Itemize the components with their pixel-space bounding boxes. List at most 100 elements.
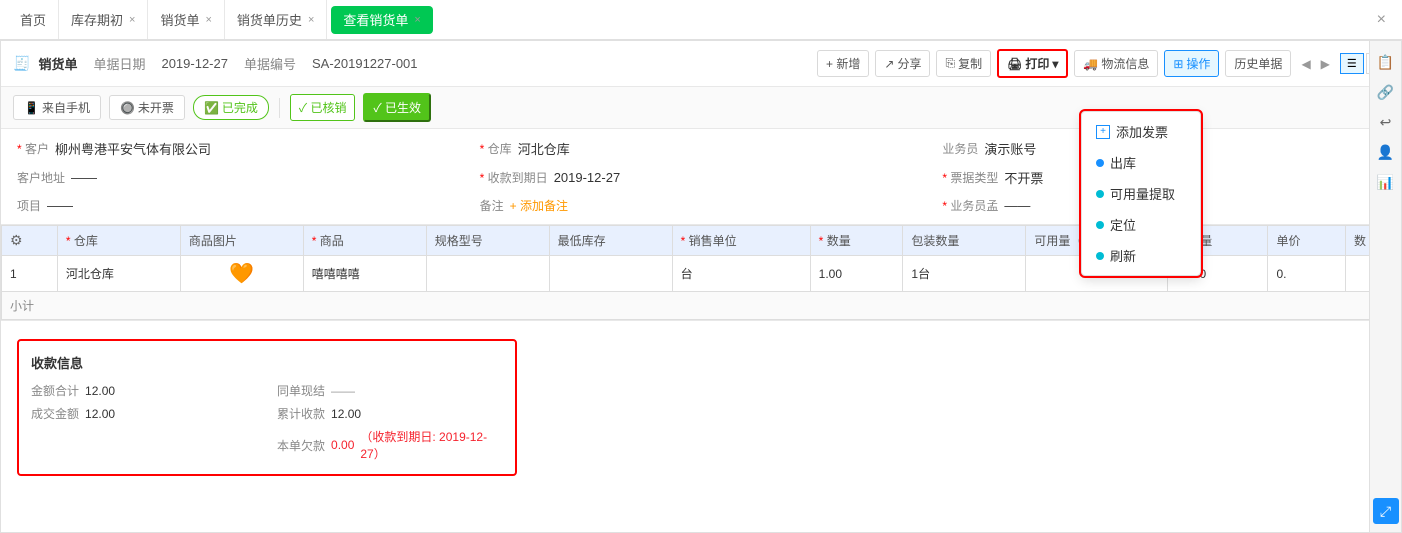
customer-value: 柳州粤港平安气体有限公司	[55, 139, 211, 158]
operation-button[interactable]: ⊞ 操作	[1164, 50, 1219, 77]
dropdown-add-invoice[interactable]: + 添加发票	[1082, 116, 1200, 147]
remark-label: 备注	[480, 197, 504, 214]
address-value: ——	[71, 170, 97, 185]
due-hint: （收款到期日: 2019-12-27）	[360, 428, 503, 462]
not-open-button[interactable]: 🔘 未开票	[109, 95, 185, 120]
complete-button[interactable]: ✅ 已完成	[193, 95, 269, 120]
next-arrow[interactable]: ▶	[1317, 55, 1334, 73]
sidebar-chart-icon[interactable]: 📊	[1373, 169, 1399, 195]
dropdown-avail-extract[interactable]: 可用量提取	[1082, 178, 1200, 209]
tab-close-sales-history[interactable]: ×	[308, 14, 314, 26]
no-label: 单据编号	[244, 54, 296, 73]
bottom-section: 收款信息 金额合计 12.00 同单现结 —— 成交金额 12.00 累计收款 …	[1, 321, 1401, 494]
dropdown-refresh[interactable]: 刷新	[1082, 240, 1200, 271]
staff2-label: 业务员孟	[942, 197, 998, 214]
sidebar-user-icon[interactable]: 👤	[1373, 139, 1399, 165]
ticket-label: 票据类型	[942, 169, 998, 186]
ticket-value: 不开票	[1004, 168, 1043, 187]
payment-grid: 金额合计 12.00 同单现结 —— 成交金额 12.00 累计收款 12.00	[31, 382, 503, 462]
dropdown-outbound[interactable]: 出库	[1082, 147, 1200, 178]
amount-row: 金额合计 12.00	[31, 382, 257, 399]
cumulative-row: 累计收款 12.00	[277, 405, 503, 422]
amount-value: 12.00	[85, 384, 115, 398]
new-button[interactable]: + 新增	[817, 50, 869, 77]
th-warehouse: 仓库	[57, 226, 180, 256]
prev-arrow[interactable]: ◀	[1297, 55, 1314, 73]
cell-image: 🧡	[180, 256, 303, 292]
remark-row: 备注 + 添加备注	[480, 197, 923, 214]
th-pack: 包装数量	[903, 226, 1026, 256]
dropdown-locate[interactable]: 定位	[1082, 209, 1200, 240]
doc-meta: 单据日期 2019-12-27 单据编号 SA-20191227-001	[93, 54, 417, 73]
due-date-value: 2019-12-27	[554, 170, 621, 185]
sidebar-link-icon[interactable]: 🔗	[1373, 79, 1399, 105]
product-image: 🧡	[229, 263, 254, 285]
deal-row: 成交金额 12.00	[31, 405, 257, 422]
payment-title: 收款信息	[31, 353, 503, 372]
tab-close-sales[interactable]: ×	[205, 14, 211, 26]
cell-product: 嘻嘻嘻嘻	[303, 256, 426, 292]
cell-warehouse: 河北仓库	[57, 256, 180, 292]
tab-inventory[interactable]: 库存期初 ×	[59, 0, 148, 39]
logistics-button[interactable]: 🚚 物流信息	[1074, 50, 1158, 77]
logistics-icon: 🚚	[1083, 57, 1098, 71]
tab-sales[interactable]: 销货单 ×	[148, 0, 224, 39]
tab-home[interactable]: 首页	[8, 0, 59, 39]
sidebar-expand-icon[interactable]: ⤢	[1373, 498, 1399, 524]
th-image: 商品图片	[180, 226, 303, 256]
th-product: 商品	[303, 226, 426, 256]
th-spec: 规格型号	[426, 226, 549, 256]
print-dropdown-arrow[interactable]: ▾	[1052, 57, 1058, 71]
tab-close-inventory[interactable]: ×	[129, 14, 135, 26]
refresh-dot-icon	[1096, 252, 1104, 260]
address-row: 客户地址 ——	[17, 168, 460, 187]
doc-icon: 🧾	[13, 55, 30, 72]
owe-row: 本单欠款 0.00 （收款到期日: 2019-12-27）	[277, 428, 503, 462]
customer-label: 客户	[17, 140, 49, 157]
invoice-icon: +	[1096, 125, 1110, 139]
deal-label: 成交金额	[31, 405, 79, 422]
list-view-button[interactable]: ☰	[1340, 53, 1364, 74]
sidebar-return-icon[interactable]: ↩	[1373, 109, 1399, 135]
tab-sales-history[interactable]: 销货单历史 ×	[225, 0, 327, 39]
avail-dot-icon	[1096, 190, 1104, 198]
settings-icon[interactable]: ⚙	[10, 232, 23, 248]
sidebar-doc-icon[interactable]: 📋	[1373, 49, 1399, 75]
effective-check-icon: ✓	[373, 101, 381, 115]
tab-view-sales[interactable]: 查看销货单 ×	[331, 6, 432, 34]
history-button[interactable]: 历史单据	[1225, 50, 1291, 77]
share-button[interactable]: ↗ 分享	[875, 50, 930, 77]
copy-button[interactable]: ⎘ 复制	[936, 50, 991, 77]
add-remark-button[interactable]: + 添加备注	[510, 197, 568, 214]
owe-label: 本单欠款	[277, 437, 325, 454]
print-button[interactable]: 🖨 打印 ▾	[997, 49, 1068, 78]
close-all-tabs[interactable]: ×	[1369, 11, 1394, 29]
cancel-check-icon: ✓	[299, 101, 307, 115]
tab-bar: 首页 库存期初 × 销货单 × 销货单历史 × 查看销货单 × ×	[0, 0, 1402, 40]
tab-close-view-sales[interactable]: ×	[414, 14, 420, 26]
nav-arrows: ◀ ▶	[1297, 55, 1333, 73]
grid-icon: ⊞	[1173, 57, 1183, 71]
cell-qty: 1.00	[810, 256, 903, 292]
outbound-dot-icon	[1096, 159, 1104, 167]
toolbar: + 新增 ↗ 分享 ⎘ 复制 🖨 打印 ▾ 🚚 物流信息 ⊞ 操作	[817, 49, 1389, 78]
warehouse-value: 河北仓库	[518, 139, 570, 158]
canceled-button[interactable]: ✓ 已核销	[290, 94, 356, 121]
from-mobile-button[interactable]: 📱 来自手机	[13, 95, 101, 120]
due-date-label: 收款到期日	[480, 169, 548, 186]
th-price: 单价	[1268, 226, 1346, 256]
share-icon: ↗	[884, 57, 894, 71]
mobile-icon: 📱	[24, 101, 39, 115]
th-unit: 销售单位	[672, 226, 810, 256]
owe-value: 0.00	[331, 438, 354, 452]
effective-button[interactable]: ✓ 已生效	[363, 93, 431, 122]
same-order-row: 同单现结 ——	[277, 382, 503, 399]
check-icon: ✅	[204, 101, 219, 115]
same-order-label: 同单现结	[277, 382, 325, 399]
right-sidebar: 📋 🔗 ↩ 👤 📊 ⤢	[1369, 41, 1401, 532]
project-row: 项目 ——	[17, 197, 460, 214]
same-order-value: ——	[331, 384, 355, 398]
doc-title-area: 🧾 销货单	[13, 54, 77, 73]
cell-unit: 台	[672, 256, 810, 292]
th-gear[interactable]: ⚙	[2, 226, 58, 256]
